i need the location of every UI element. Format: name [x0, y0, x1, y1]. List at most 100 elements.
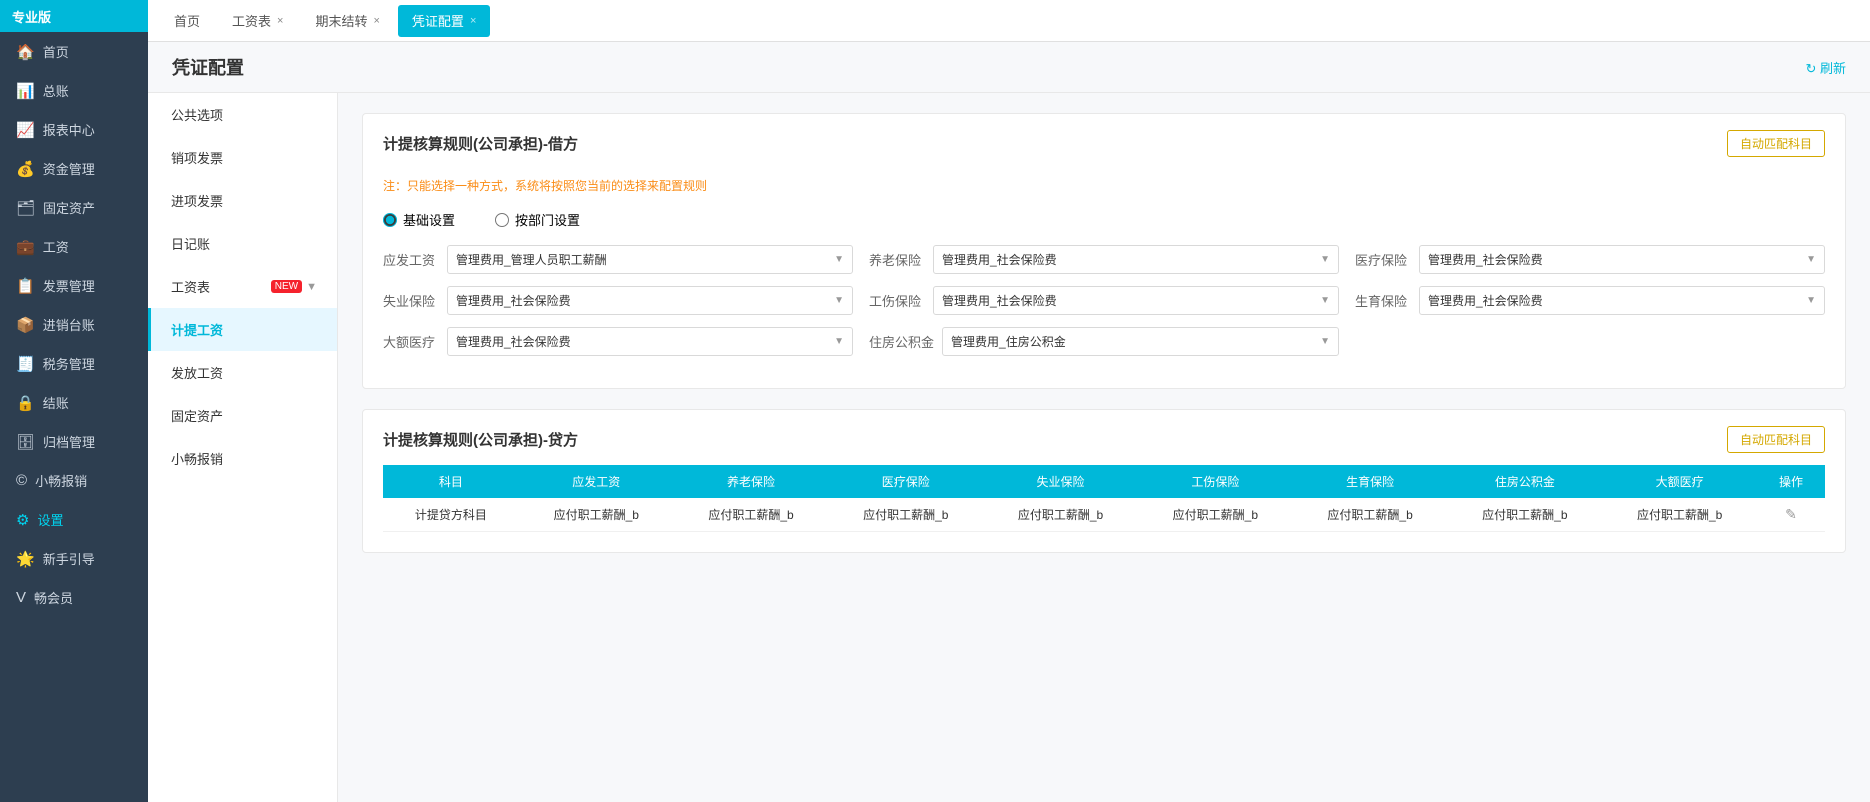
sidebar-label-report: 报表中心 [43, 120, 95, 139]
form-label-medical: 医疗保险 [1355, 250, 1411, 269]
radio-dept-input[interactable] [495, 213, 509, 227]
th-wage: 应发工资 [519, 465, 674, 498]
td-unemployment: 应付职工薪酬_b [983, 498, 1138, 532]
sidebar-item-asset[interactable]: 🗂 固定资产 [0, 188, 148, 227]
tab-bar: 首页 工资表 × 期末结转 × 凭证配置 × [148, 0, 1870, 42]
settings-icon: ⚙ [16, 511, 29, 529]
sidebar-item-guide[interactable]: 🌟 新手引导 [0, 539, 148, 578]
form-item-bigmedical: 大额医疗 管理费用_社会保险费 ▼ [383, 327, 853, 356]
sidebar-label-fund: 资金管理 [43, 159, 95, 178]
left-menu-accrual[interactable]: 计提工资 [148, 308, 337, 351]
sidebar-label-settings: 设置 [37, 510, 63, 529]
sidebar-label-archive: 归档管理 [43, 432, 95, 451]
left-menu-purchase-invoice[interactable]: 进项发票 [148, 179, 337, 222]
form-select-birth[interactable]: 管理费用_社会保险费 ▼ [1419, 286, 1825, 315]
td-action[interactable]: ✎ [1757, 498, 1825, 532]
sidebar-item-report[interactable]: 📈 报表中心 [0, 110, 148, 149]
radio-basic[interactable]: 基础设置 [383, 210, 455, 229]
left-menu-issue[interactable]: 发放工资 [148, 351, 337, 394]
tab-home[interactable]: 首页 [160, 5, 214, 37]
sidebar-item-close[interactable]: 🔒 结账 [0, 383, 148, 422]
td-pension: 应付职工薪酬_b [674, 498, 829, 532]
refresh-button[interactable]: ↻ 刷新 [1805, 58, 1846, 77]
form-select-housing[interactable]: 管理费用_住房公积金 ▼ [942, 327, 1339, 356]
sidebar-item-expense[interactable]: © 小畅报销 [0, 461, 148, 500]
select-arrow-wage: ▼ [834, 254, 844, 265]
form-select-bigmedical[interactable]: 管理费用_社会保险费 ▼ [447, 327, 853, 356]
left-menu-sales-invoice[interactable]: 销项发票 [148, 136, 337, 179]
tab-payroll-close[interactable]: × [277, 15, 283, 27]
left-menu-journal[interactable]: 日记账 [148, 222, 337, 265]
sidebar-item-salary[interactable]: 💼 工资 [0, 227, 148, 266]
sidebar-item-tax[interactable]: 🧾 税务管理 [0, 344, 148, 383]
td-housing: 应付职工薪酬_b [1447, 498, 1602, 532]
tax-icon: 🧾 [16, 355, 35, 373]
select-arrow-unemployment: ▼ [834, 295, 844, 306]
form-item-birth: 生育保险 管理费用_社会保险费 ▼ [1355, 286, 1825, 315]
form-select-pension[interactable]: 管理费用_社会保险费 ▼ [933, 245, 1339, 274]
radio-basic-label: 基础设置 [403, 210, 455, 229]
close-icon: 🔒 [16, 394, 35, 412]
sidebar-label-guide: 新手引导 [43, 549, 95, 568]
radio-basic-input[interactable] [383, 213, 397, 227]
expense-icon: © [16, 472, 27, 489]
tab-period-close[interactable]: × [373, 15, 379, 27]
credit-section-title: 计提核算规则(公司承担)-贷方 [383, 429, 578, 450]
salary-icon: 💼 [16, 238, 35, 256]
asset-icon: 🗂 [16, 199, 35, 217]
tab-payroll[interactable]: 工资表 × [218, 5, 297, 37]
credit-section-header: 计提核算规则(公司承担)-贷方 自动匹配科目 [363, 410, 1845, 453]
form-item-medical: 医疗保险 管理费用_社会保险费 ▼ [1355, 245, 1825, 274]
tab-voucher[interactable]: 凭证配置 × [398, 5, 490, 37]
sidebar-item-archive[interactable]: 🗄 归档管理 [0, 422, 148, 461]
left-menu-payroll-table[interactable]: 工资表 NEW ▼ [148, 265, 337, 308]
form-select-unemployment[interactable]: 管理费用_社会保险费 ▼ [447, 286, 853, 315]
left-menu-label-purchase-invoice: 进项发票 [171, 191, 223, 210]
select-arrow-bigmedical: ▼ [834, 336, 844, 347]
left-menu-public[interactable]: 公共选项 [148, 93, 337, 136]
debit-auto-match-button[interactable]: 自动匹配科目 [1727, 130, 1825, 157]
debit-section: 计提核算规则(公司承担)-借方 自动匹配科目 注：只能选择一种方式，系统将按照您… [362, 113, 1846, 389]
form-select-wage[interactable]: 管理费用_管理人员职工薪酬 ▼ [447, 245, 853, 274]
report-icon: 📈 [16, 121, 35, 139]
sidebar-item-fund[interactable]: 💰 资金管理 [0, 149, 148, 188]
sidebar-item-ledger[interactable]: 📊 总账 [0, 71, 148, 110]
left-menu-label-public: 公共选项 [171, 105, 223, 124]
tab-period[interactable]: 期末结转 × [301, 5, 393, 37]
left-menu-label-fixed-assets: 固定资产 [171, 406, 223, 425]
sidebar-label-home: 首页 [43, 42, 69, 61]
sidebar-item-home[interactable]: 🏠 首页 [0, 32, 148, 71]
tab-home-label: 首页 [174, 11, 200, 30]
td-bigmedical: 应付职工薪酬_b [1602, 498, 1757, 532]
edit-icon[interactable]: ✎ [1785, 506, 1797, 522]
left-menu-small-expense[interactable]: 小畅报销 [148, 437, 337, 480]
select-arrow-injury: ▼ [1320, 295, 1330, 306]
radio-dept[interactable]: 按部门设置 [495, 210, 580, 229]
td-subject: 计提贷方科目 [383, 498, 519, 532]
credit-auto-match-button[interactable]: 自动匹配科目 [1727, 426, 1825, 453]
sidebar-item-settings[interactable]: ⚙ 设置 [0, 500, 148, 539]
form-label-bigmedical: 大额医疗 [383, 332, 439, 351]
new-badge: NEW [271, 280, 302, 293]
form-select-injury[interactable]: 管理费用_社会保险费 ▼ [933, 286, 1339, 315]
sidebar-item-purchase[interactable]: 📦 进销台账 [0, 305, 148, 344]
left-menu-label-accrual: 计提工资 [171, 320, 223, 339]
sidebar-label-member: 畅会员 [34, 588, 73, 607]
select-arrow-pension: ▼ [1320, 254, 1330, 265]
debit-section-body: 注：只能选择一种方式，系统将按照您当前的选择来配置规则 基础设置 按部门设置 [363, 157, 1845, 388]
sidebar-item-invoice[interactable]: 📋 发票管理 [0, 266, 148, 305]
left-menu-fixed-assets[interactable]: 固定资产 [148, 394, 337, 437]
sidebar-label-salary: 工资 [43, 237, 69, 256]
app-edition: 专业版 [0, 0, 148, 32]
form-item-pension: 养老保险 管理费用_社会保险费 ▼ [869, 245, 1339, 274]
home-icon: 🏠 [16, 43, 35, 61]
sidebar-label-ledger: 总账 [43, 81, 69, 100]
credit-section: 计提核算规则(公司承担)-贷方 自动匹配科目 科目 应发工资 养老保险 医疗保险… [362, 409, 1846, 553]
fund-icon: 💰 [16, 160, 35, 178]
sidebar-item-member[interactable]: V 畅会员 [0, 578, 148, 617]
select-arrow-birth: ▼ [1806, 295, 1816, 306]
member-icon: V [16, 589, 26, 606]
form-select-medical[interactable]: 管理费用_社会保险费 ▼ [1419, 245, 1825, 274]
tab-voucher-close[interactable]: × [470, 15, 476, 27]
form-item-housing: 住房公积金 管理费用_住房公积金 ▼ [869, 327, 1339, 356]
